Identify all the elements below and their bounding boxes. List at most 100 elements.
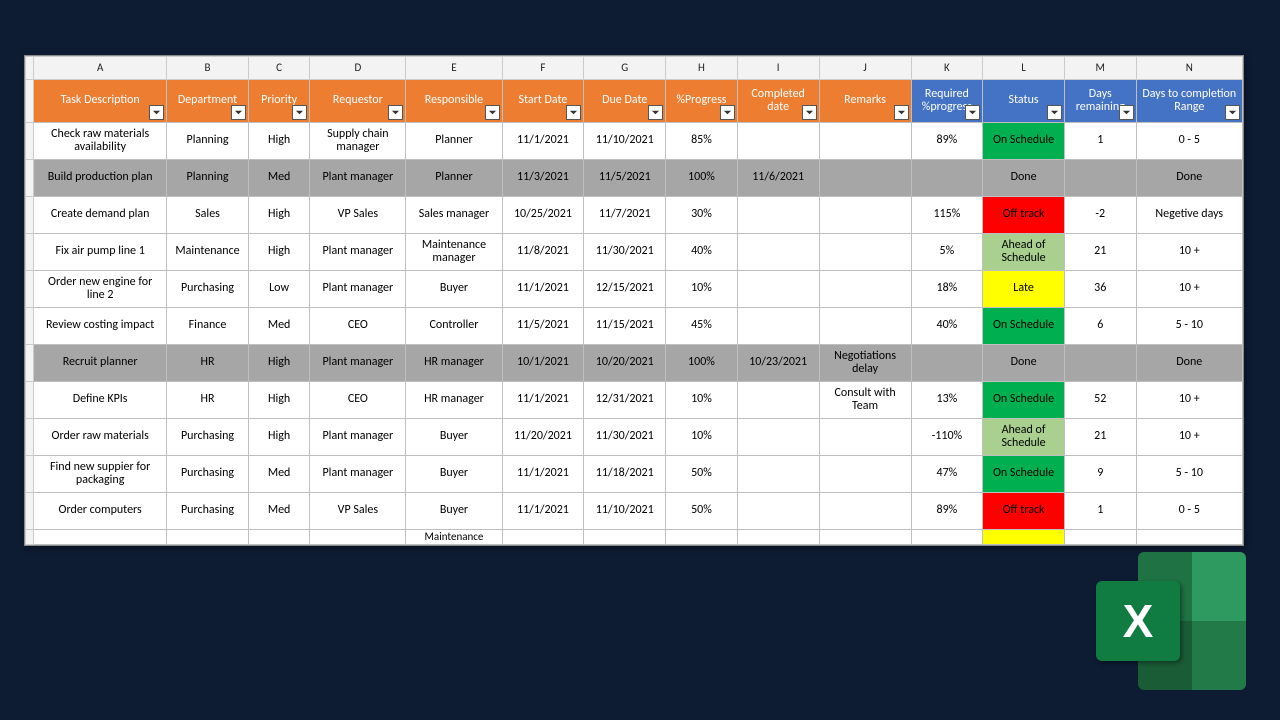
column-letter[interactable]: C — [248, 57, 309, 80]
cell[interactable]: 10 + — [1136, 419, 1242, 456]
cell[interactable]: 1 — [1064, 493, 1136, 530]
cell[interactable] — [819, 308, 911, 345]
cell[interactable]: 10 + — [1136, 382, 1242, 419]
cell[interactable]: 11/5/2021 — [584, 160, 666, 197]
cell[interactable]: 11/18/2021 — [584, 456, 666, 493]
cell[interactable]: Purchasing — [167, 493, 249, 530]
column-letter[interactable]: G — [584, 57, 666, 80]
cell[interactable]: 10 + — [1136, 271, 1242, 308]
cell[interactable]: Off track — [983, 493, 1065, 530]
column-letter[interactable]: N — [1136, 57, 1242, 80]
cell[interactable]: Ahead of Schedule — [983, 419, 1065, 456]
cell[interactable]: Find new suppier for packaging — [34, 456, 167, 493]
cell[interactable]: Maintenance manager — [406, 234, 502, 271]
cell[interactable]: 89% — [911, 123, 983, 160]
column-letter[interactable]: H — [666, 57, 738, 80]
cell[interactable]: 11/3/2021 — [502, 160, 584, 197]
cell[interactable]: Maintenance — [167, 234, 249, 271]
cell[interactable]: 11/1/2021 — [502, 493, 584, 530]
cell[interactable]: High — [248, 234, 309, 271]
column-letter[interactable]: I — [737, 57, 819, 80]
cell[interactable]: 10/1/2021 — [502, 345, 584, 382]
cell[interactable]: 50% — [666, 493, 738, 530]
column-header[interactable]: Days remaining — [1064, 80, 1136, 123]
row-header[interactable] — [26, 234, 34, 271]
cell[interactable]: 40% — [911, 308, 983, 345]
cell[interactable] — [737, 271, 819, 308]
cell[interactable]: Late — [983, 271, 1065, 308]
cell[interactable]: HR — [167, 382, 249, 419]
cell[interactable]: Done — [983, 345, 1065, 382]
cell[interactable]: Med — [248, 493, 309, 530]
cell[interactable]: Recruit planner — [34, 345, 167, 382]
cell[interactable] — [819, 530, 911, 545]
cell[interactable]: Ahead of Schedule — [983, 234, 1065, 271]
filter-dropdown-icon[interactable] — [720, 105, 735, 120]
cell[interactable]: 0 - 5 — [1136, 123, 1242, 160]
cell[interactable]: Plant manager — [310, 234, 406, 271]
cell[interactable]: 10/20/2021 — [584, 345, 666, 382]
cell[interactable]: 10/23/2021 — [737, 345, 819, 382]
cell[interactable]: 9 — [1064, 456, 1136, 493]
cell[interactable]: On Schedule — [983, 123, 1065, 160]
cell[interactable] — [584, 530, 666, 545]
cell[interactable]: High — [248, 123, 309, 160]
cell[interactable]: High — [248, 197, 309, 234]
cell[interactable]: 50% — [666, 456, 738, 493]
filter-dropdown-icon[interactable] — [1047, 105, 1062, 120]
cell[interactable]: VP Sales — [310, 197, 406, 234]
cell[interactable]: Plant manager — [310, 345, 406, 382]
column-header[interactable]: Requestor — [310, 80, 406, 123]
cell[interactable] — [911, 160, 983, 197]
column-header[interactable]: Task Description — [34, 80, 167, 123]
filter-dropdown-icon[interactable] — [894, 105, 909, 120]
cell[interactable]: Create demand plan — [34, 197, 167, 234]
cell[interactable]: 30% — [666, 197, 738, 234]
cell[interactable]: -110% — [911, 419, 983, 456]
cell[interactable] — [737, 530, 819, 545]
cell[interactable] — [1136, 530, 1242, 545]
cell[interactable]: Done — [1136, 345, 1242, 382]
column-header[interactable]: %Progress — [666, 80, 738, 123]
cell[interactable]: Review costing impact — [34, 308, 167, 345]
row-header[interactable] — [26, 419, 34, 456]
cell[interactable]: 10% — [666, 271, 738, 308]
row-header[interactable] — [26, 271, 34, 308]
column-letter[interactable]: E — [406, 57, 502, 80]
column-letter[interactable]: F — [502, 57, 584, 80]
cell[interactable]: 11/30/2021 — [584, 234, 666, 271]
filter-dropdown-icon[interactable] — [149, 105, 164, 120]
cell[interactable]: Purchasing — [167, 271, 249, 308]
cell[interactable]: Low — [248, 271, 309, 308]
cell[interactable] — [34, 530, 167, 545]
row-header[interactable] — [26, 530, 34, 545]
cell[interactable]: 11/1/2021 — [502, 382, 584, 419]
cell[interactable]: 11/10/2021 — [584, 123, 666, 160]
filter-dropdown-icon[interactable] — [566, 105, 581, 120]
cell[interactable]: Planning — [167, 160, 249, 197]
cell[interactable] — [819, 234, 911, 271]
cell[interactable] — [819, 493, 911, 530]
cell[interactable]: 21 — [1064, 419, 1136, 456]
cell[interactable]: 5 - 10 — [1136, 456, 1242, 493]
cell[interactable] — [737, 308, 819, 345]
column-letter[interactable]: L — [983, 57, 1065, 80]
cell[interactable]: HR manager — [406, 382, 502, 419]
cell[interactable]: Supply chain manager — [310, 123, 406, 160]
filter-dropdown-icon[interactable] — [388, 105, 403, 120]
cell[interactable] — [737, 493, 819, 530]
cell[interactable]: Med — [248, 456, 309, 493]
filter-dropdown-icon[interactable] — [1225, 105, 1240, 120]
column-letter[interactable]: B — [167, 57, 249, 80]
cell[interactable]: 1 — [1064, 123, 1136, 160]
cell[interactable] — [737, 197, 819, 234]
cell[interactable]: Buyer — [406, 456, 502, 493]
cell[interactable] — [1064, 530, 1136, 545]
cell[interactable]: Fix air pump line 1 — [34, 234, 167, 271]
cell[interactable]: 11/20/2021 — [502, 419, 584, 456]
cell[interactable] — [502, 530, 584, 545]
cell[interactable]: 36 — [1064, 271, 1136, 308]
cell[interactable]: Plant manager — [310, 271, 406, 308]
filter-dropdown-icon[interactable] — [485, 105, 500, 120]
cell[interactable]: 11/7/2021 — [584, 197, 666, 234]
